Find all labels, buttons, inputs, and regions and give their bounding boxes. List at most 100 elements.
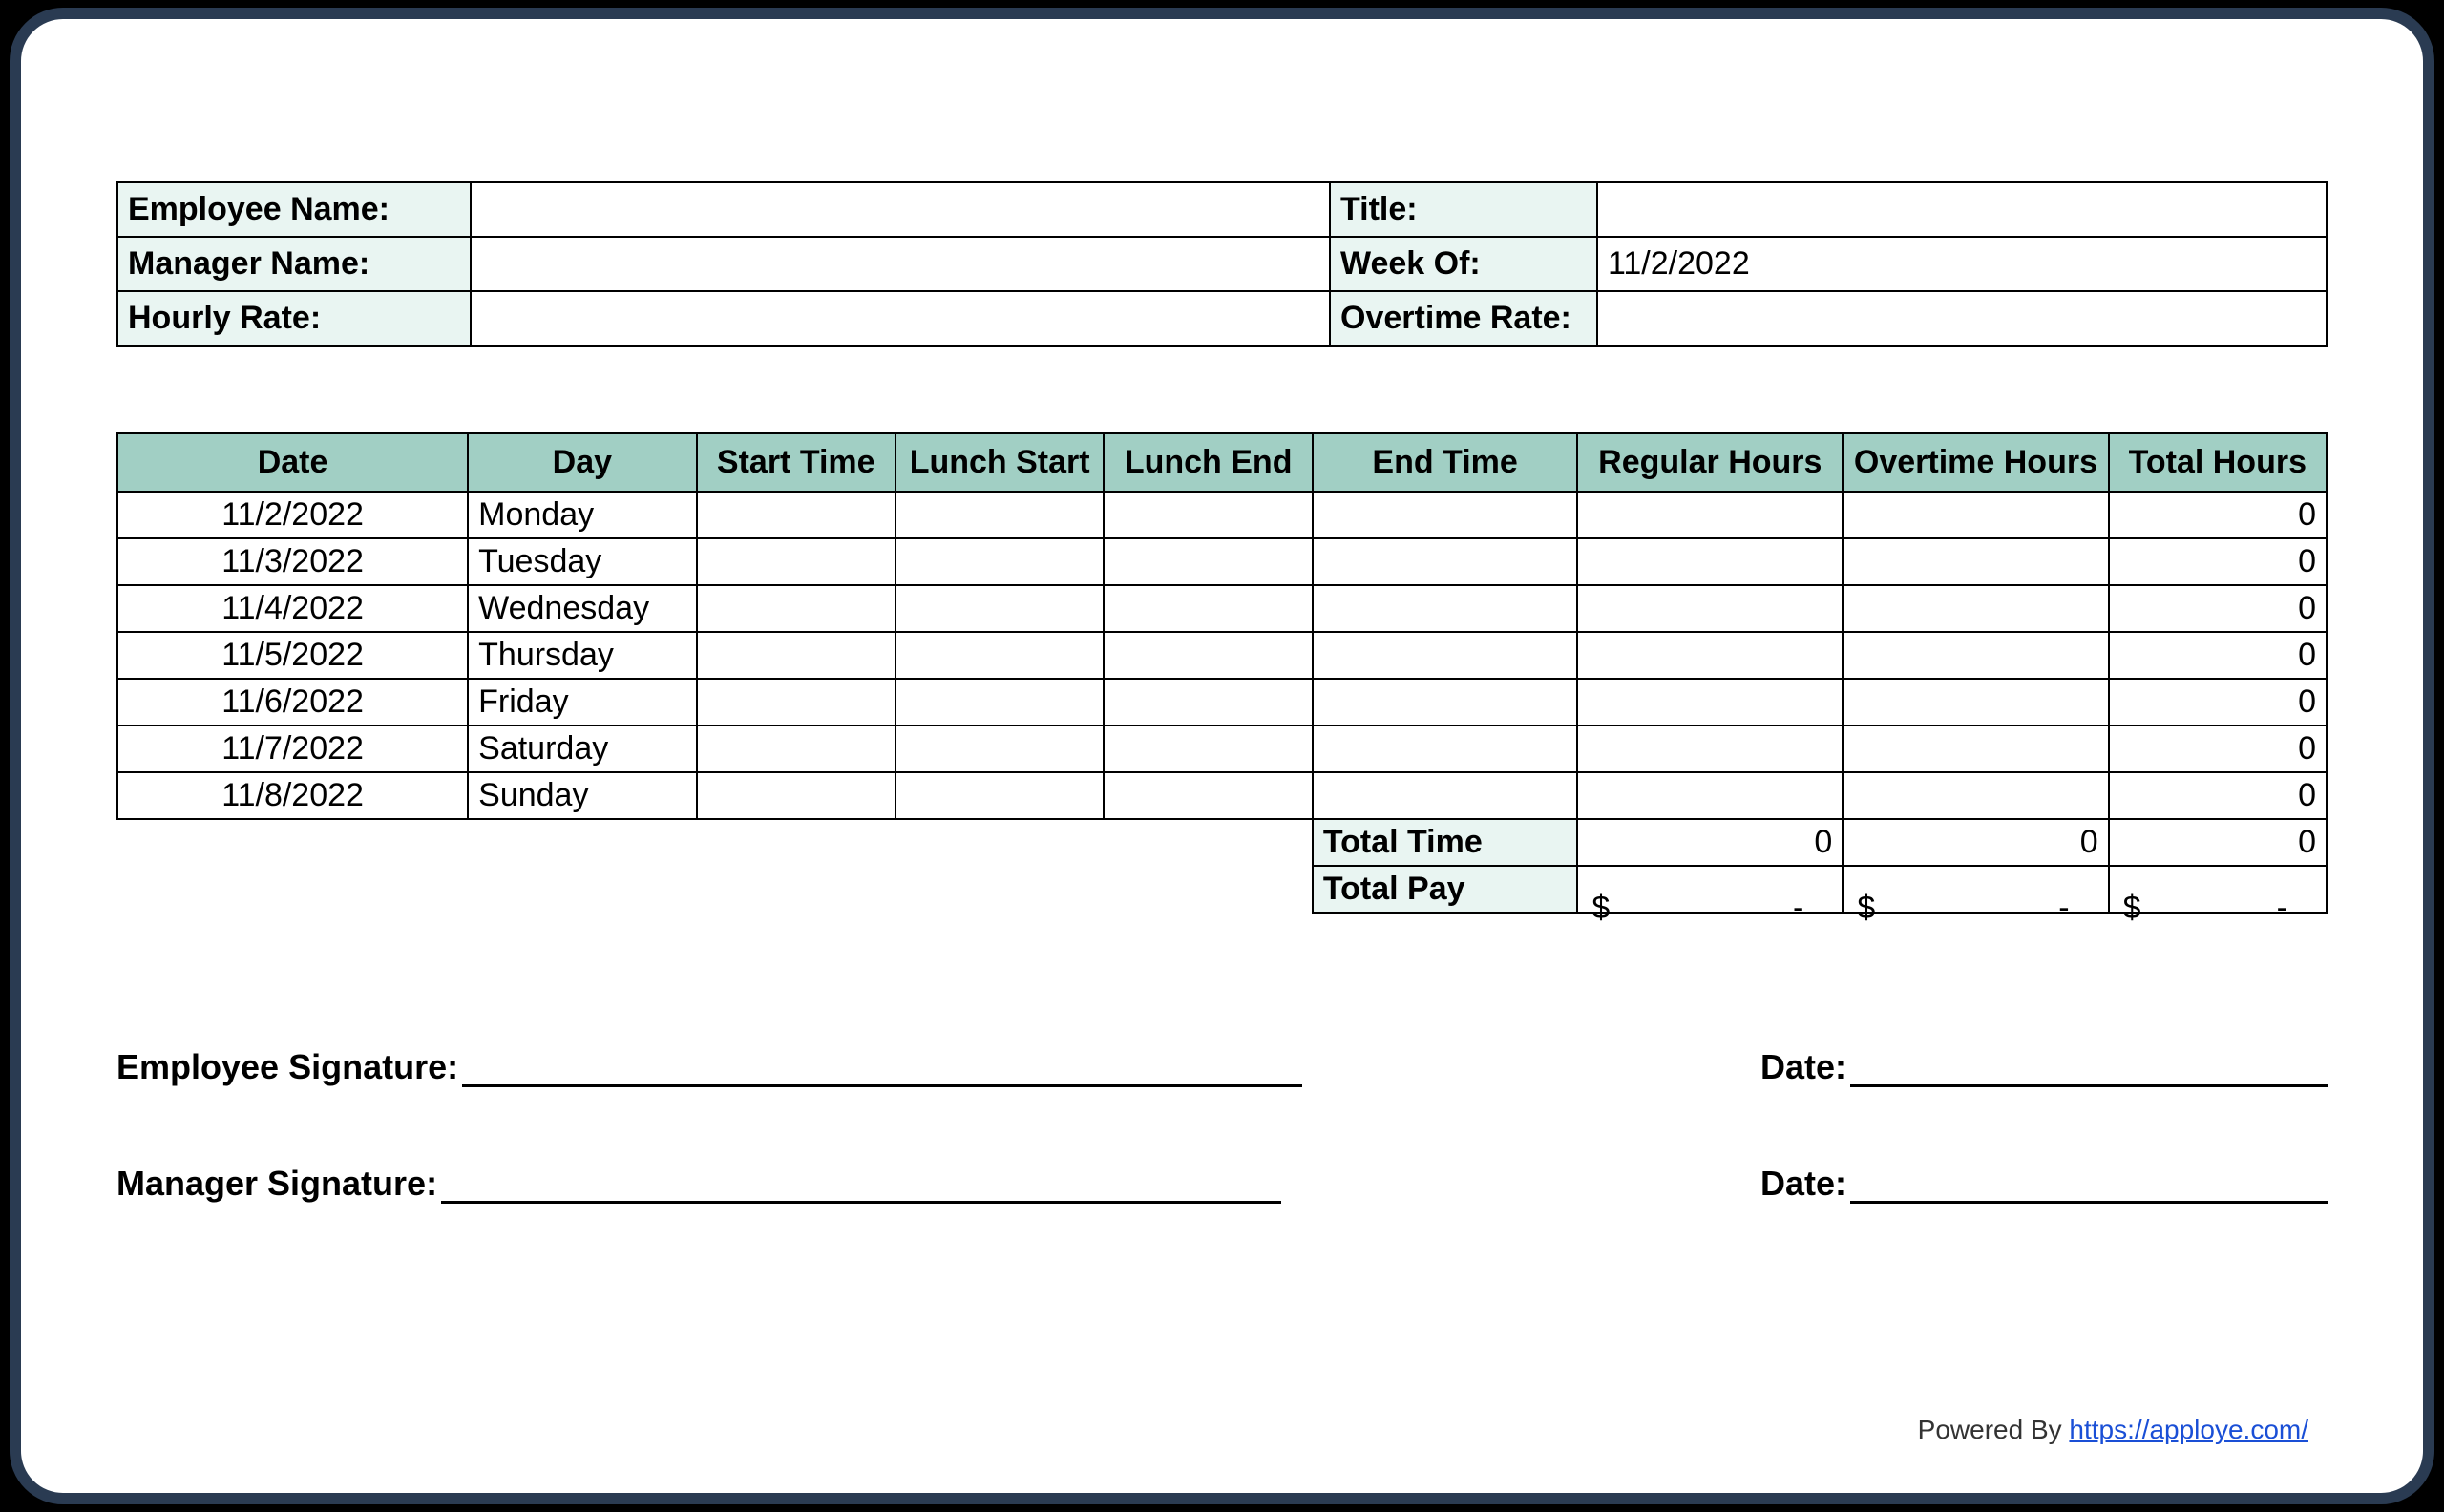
cell-start-time[interactable] [697,492,895,538]
cell-regular[interactable] [1577,679,1843,725]
table-row: 11/4/2022Wednesday0 [117,585,2327,632]
cell-regular[interactable] [1577,492,1843,538]
summary-total-pay-row: Total Pay $ - $ - $ - [117,866,2327,913]
col-date: Date [117,433,468,492]
table-row: 11/2/2022Monday0 [117,492,2327,538]
currency-symbol-icon: $ [2123,890,2141,927]
manager-signature-row: Manager Signature: Date: [116,1164,2328,1204]
manager-date-line[interactable] [1850,1201,2328,1204]
employee-signature-line[interactable] [462,1084,1302,1087]
cell-overtime[interactable] [1843,679,2108,725]
cell-total: 0 [2109,538,2327,585]
title-label: Title: [1330,182,1597,237]
cell-date: 11/6/2022 [117,679,468,725]
apploye-link[interactable]: https://apploye.com/ [2069,1415,2308,1444]
cell-start-time[interactable] [697,538,895,585]
manager-date-label: Date: [1760,1164,1846,1204]
cell-start-time[interactable] [697,632,895,679]
week-of-label: Week Of: [1330,237,1597,291]
cell-end-time[interactable] [1313,538,1577,585]
cell-lunch-end[interactable] [1104,725,1313,772]
cell-end-time[interactable] [1313,632,1577,679]
cell-lunch-start[interactable] [895,725,1105,772]
cell-date: 11/4/2022 [117,585,468,632]
cell-start-time[interactable] [697,772,895,819]
employee-info-table: Employee Name: Title: Manager Name: Week… [116,181,2328,346]
cell-day: Sunday [468,772,696,819]
cell-start-time[interactable] [697,725,895,772]
cell-regular[interactable] [1577,585,1843,632]
cell-overtime[interactable] [1843,585,2108,632]
cell-lunch-end[interactable] [1104,632,1313,679]
employee-date-line[interactable] [1850,1084,2328,1087]
cell-regular[interactable] [1577,632,1843,679]
manager-signature-line[interactable] [441,1201,1281,1204]
cell-date: 11/5/2022 [117,632,468,679]
cell-lunch-start[interactable] [895,538,1105,585]
cell-overtime[interactable] [1843,772,2108,819]
cell-lunch-end[interactable] [1104,772,1313,819]
col-end-time: End Time [1313,433,1577,492]
cell-total: 0 [2109,585,2327,632]
cell-overtime[interactable] [1843,725,2108,772]
info-row-rates: Hourly Rate: Overtime Rate: [117,291,2327,346]
cell-end-time[interactable] [1313,772,1577,819]
cell-lunch-end[interactable] [1104,492,1313,538]
total-time-label: Total Time [1313,819,1577,866]
table-row: 11/3/2022Tuesday0 [117,538,2327,585]
timesheet-panel: Employee Name: Title: Manager Name: Week… [10,8,2434,1504]
cell-total: 0 [2109,492,2327,538]
manager-name-label: Manager Name: [117,237,471,291]
cell-lunch-start[interactable] [895,492,1105,538]
document-frame: Employee Name: Title: Manager Name: Week… [0,0,2444,1512]
cell-end-time[interactable] [1313,492,1577,538]
hourly-rate-field[interactable] [471,291,1330,346]
cell-total: 0 [2109,725,2327,772]
cell-overtime[interactable] [1843,538,2108,585]
title-field[interactable] [1597,182,2327,237]
info-row-employee: Employee Name: Title: [117,182,2327,237]
col-overtime-hours: Overtime Hours [1843,433,2108,492]
col-lunch-start: Lunch Start [895,433,1105,492]
cell-end-time[interactable] [1313,585,1577,632]
total-pay-overtime: $ - [1843,866,2108,913]
col-regular-hours: Regular Hours [1577,433,1843,492]
cell-end-time[interactable] [1313,725,1577,772]
cell-day: Friday [468,679,696,725]
employee-name-field[interactable] [471,182,1330,237]
cell-regular[interactable] [1577,772,1843,819]
cell-lunch-end[interactable] [1104,585,1313,632]
total-time-total: 0 [2109,819,2327,866]
cell-regular[interactable] [1577,725,1843,772]
manager-name-field[interactable] [471,237,1330,291]
cell-start-time[interactable] [697,679,895,725]
cell-lunch-start[interactable] [895,679,1105,725]
week-of-field[interactable]: 11/2/2022 [1597,237,2327,291]
cell-day: Monday [468,492,696,538]
footer: Powered By https://apploye.com/ [1918,1415,2308,1445]
cell-total: 0 [2109,772,2327,819]
cell-date: 11/3/2022 [117,538,468,585]
cell-lunch-start[interactable] [895,632,1105,679]
cell-lunch-start[interactable] [895,772,1105,819]
signature-block: Employee Signature: Date: Manager Signat… [116,1047,2328,1204]
employee-name-label: Employee Name: [117,182,471,237]
cell-regular[interactable] [1577,538,1843,585]
employee-signature-row: Employee Signature: Date: [116,1047,2328,1087]
total-pay-regular: $ - [1577,866,1843,913]
overtime-rate-label: Overtime Rate: [1330,291,1597,346]
cell-overtime[interactable] [1843,632,2108,679]
employee-signature-label: Employee Signature: [116,1047,458,1087]
overtime-rate-field[interactable] [1597,291,2327,346]
cell-lunch-end[interactable] [1104,679,1313,725]
timesheet-table: Date Day Start Time Lunch Start Lunch En… [116,432,2328,914]
cell-date: 11/8/2022 [117,772,468,819]
cell-end-time[interactable] [1313,679,1577,725]
summary-total-time-row: Total Time 0 0 0 [117,819,2327,866]
cell-day: Thursday [468,632,696,679]
cell-lunch-end[interactable] [1104,538,1313,585]
cell-lunch-start[interactable] [895,585,1105,632]
cell-start-time[interactable] [697,585,895,632]
pay-dash: - [2277,890,2287,927]
cell-overtime[interactable] [1843,492,2108,538]
